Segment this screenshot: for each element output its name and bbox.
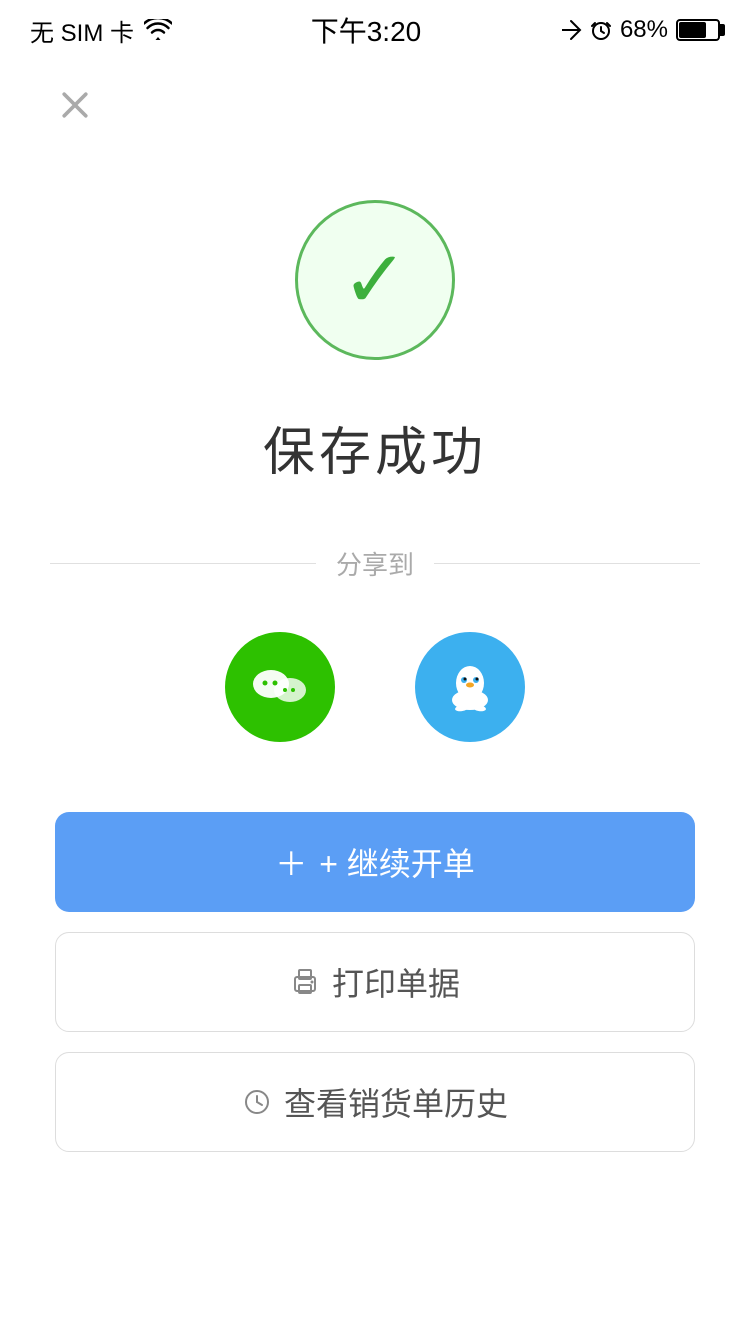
- continue-label: + 继续开单: [319, 839, 475, 885]
- status-bar: 无 SIM 卡 下午3:20 68%: [0, 0, 750, 60]
- history-button[interactable]: 查看销货单历史: [55, 1052, 695, 1152]
- continue-button[interactable]: ＋ + 继续开单: [55, 812, 695, 912]
- share-divider: 分享到: [0, 545, 750, 582]
- sim-status: 无 SIM 卡: [30, 13, 134, 48]
- alarm-icon: [590, 19, 612, 41]
- wifi-icon: [144, 19, 172, 41]
- success-title: 保存成功: [263, 410, 487, 485]
- battery-percent: 68%: [620, 16, 668, 44]
- history-icon: [242, 1087, 272, 1117]
- status-time: 下午3:20: [311, 10, 422, 50]
- status-left: 无 SIM 卡: [30, 13, 172, 48]
- share-icons-row: [225, 632, 525, 742]
- share-wechat-button[interactable]: [225, 632, 335, 742]
- continue-plus-icon: ＋: [275, 839, 307, 885]
- status-right: 68%: [560, 16, 720, 44]
- print-label: 打印单据: [332, 959, 460, 1005]
- location-icon: [560, 19, 582, 41]
- history-label: 查看销货单历史: [284, 1079, 508, 1125]
- main-content: ✓ 保存成功 分享到: [0, 60, 750, 1152]
- share-qq-button[interactable]: [415, 632, 525, 742]
- battery-icon: [676, 19, 720, 41]
- print-button[interactable]: 打印单据: [55, 932, 695, 1032]
- divider-label: 分享到: [316, 545, 434, 582]
- close-button[interactable]: [50, 80, 100, 130]
- success-icon-circle: ✓: [295, 200, 455, 360]
- print-icon: [290, 967, 320, 997]
- checkmark-icon: ✓: [341, 240, 408, 320]
- action-buttons: ＋ + 继续开单 打印单据 查看销货单历史: [55, 812, 695, 1152]
